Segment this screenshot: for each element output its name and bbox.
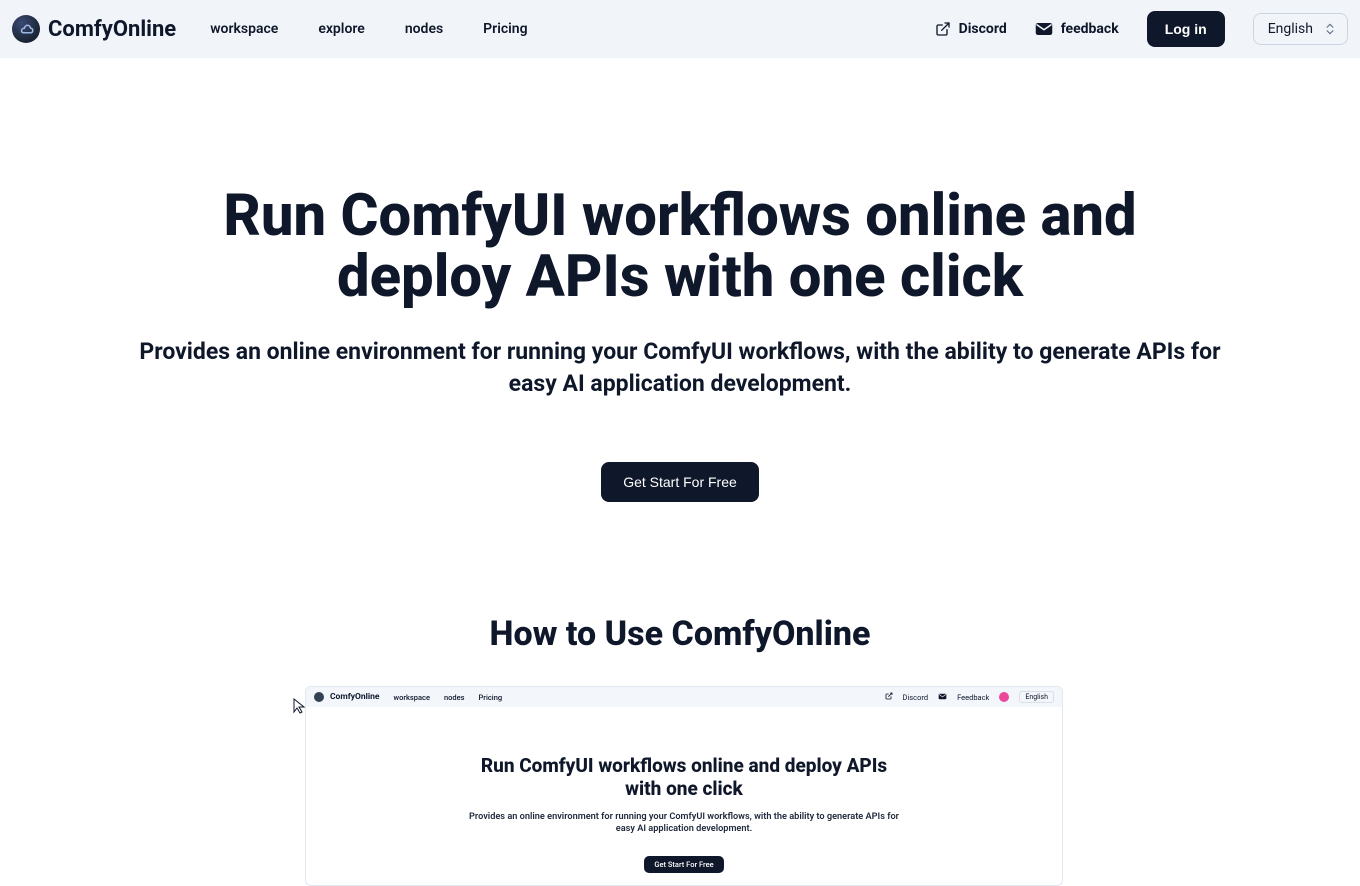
nav-nodes[interactable]: nodes: [405, 21, 443, 37]
preview-avatar-icon: [999, 692, 1009, 702]
nav-explore[interactable]: explore: [318, 21, 365, 37]
howto-section: How to Use ComfyOnline ComfyOnline works…: [0, 614, 1360, 886]
external-link-icon: [935, 21, 951, 37]
discord-label: Discord: [959, 21, 1007, 37]
language-select[interactable]: English: [1253, 13, 1348, 45]
nav-workspace[interactable]: workspace: [210, 21, 278, 37]
hero-section: Run ComfyUI workflows online and deploy …: [0, 58, 1360, 502]
preview-cta: Get Start For Free: [644, 856, 723, 873]
preview-header-right: Discord Feedback English: [885, 691, 1054, 703]
preview-nav-pricing: Pricing: [479, 693, 503, 702]
hero-subtitle: Provides an online environment for runni…: [120, 336, 1240, 400]
preview-nav: workspace nodes Pricing: [394, 693, 503, 702]
mail-icon: [1035, 21, 1053, 37]
preview-subtitle: Provides an online environment for runni…: [469, 811, 899, 836]
preview-hero: Run ComfyUI workflows online and deploy …: [306, 707, 1062, 872]
howto-heading: How to Use ComfyOnline: [0, 614, 1360, 654]
preview-external-link-icon: [885, 692, 893, 702]
logo-icon: [12, 15, 40, 43]
top-header: ComfyOnline workspace explore nodes Pric…: [0, 0, 1360, 58]
preview-nav-workspace: workspace: [394, 693, 430, 702]
cursor-icon: [297, 686, 305, 886]
discord-link[interactable]: Discord: [935, 21, 1007, 37]
preview-nav-nodes: nodes: [444, 693, 465, 702]
preview-brand: ComfyOnline: [330, 692, 380, 702]
feedback-label: feedback: [1061, 21, 1119, 37]
preview-logo-icon: [314, 692, 324, 702]
chevrons-up-down-icon: [1323, 22, 1337, 36]
preview-feedback-label: Feedback: [957, 693, 989, 702]
header-actions: Discord feedback Log in English: [935, 11, 1348, 47]
feedback-link[interactable]: feedback: [1035, 21, 1119, 37]
get-started-button[interactable]: Get Start For Free: [601, 462, 759, 502]
video-preview[interactable]: ComfyOnline workspace nodes Pricing Disc…: [297, 686, 1063, 886]
preview-header: ComfyOnline workspace nodes Pricing Disc…: [306, 687, 1062, 707]
preview-language: English: [1019, 691, 1054, 703]
hero-title: Run ComfyUI workflows online and deploy …: [170, 186, 1190, 308]
preview-discord-label: Discord: [903, 693, 929, 702]
preview-frame: ComfyOnline workspace nodes Pricing Disc…: [305, 686, 1063, 886]
preview-title: Run ComfyUI workflows online and deploy …: [474, 755, 894, 801]
nav-pricing[interactable]: Pricing: [483, 21, 527, 37]
preview-mail-icon: [938, 693, 947, 702]
brand[interactable]: ComfyOnline: [12, 15, 176, 43]
language-label: English: [1268, 21, 1313, 37]
login-button[interactable]: Log in: [1147, 11, 1225, 47]
main-nav: workspace explore nodes Pricing: [210, 21, 527, 37]
brand-text: ComfyOnline: [48, 17, 176, 42]
